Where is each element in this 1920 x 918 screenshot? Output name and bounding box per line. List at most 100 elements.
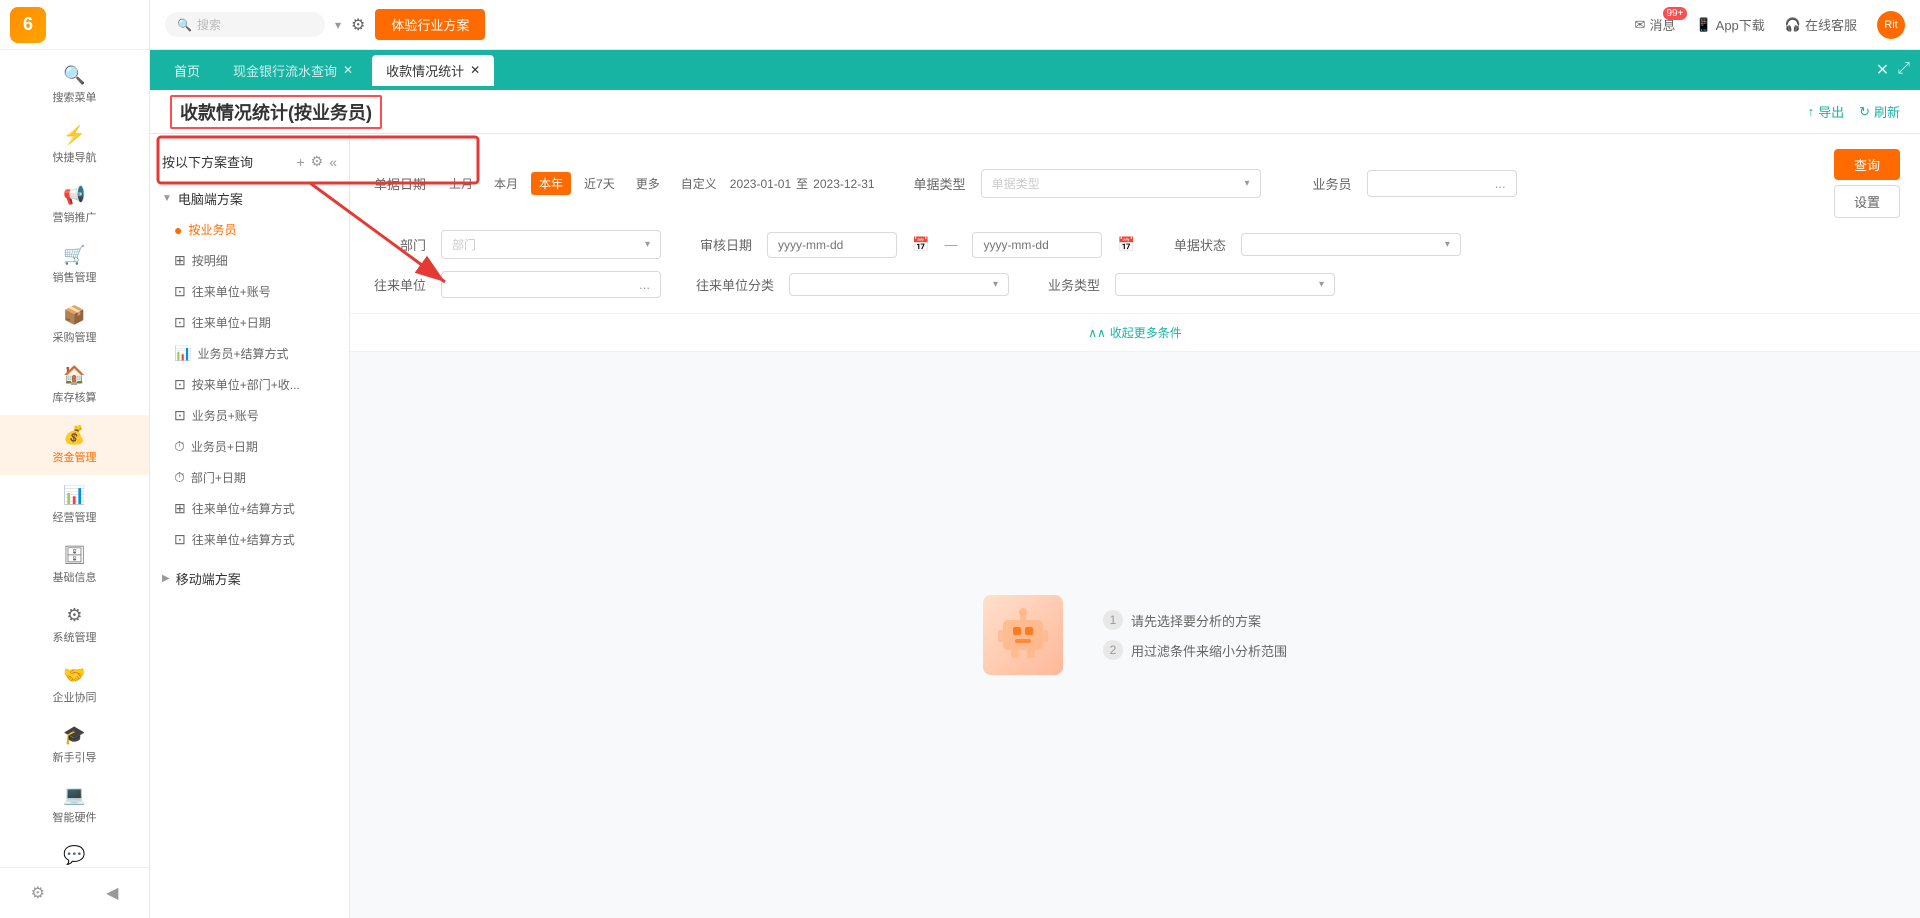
sidebar-item-hardware[interactable]: 💻 智能硬件 [0, 775, 149, 835]
sidebar-item-sales[interactable]: 🛒 销售管理 [0, 235, 149, 295]
sidebar-item-operation[interactable]: 📊 经营管理 [0, 475, 149, 535]
tip-num-2: 2 [1103, 640, 1123, 660]
refresh-icon: ↻ [1859, 104, 1870, 120]
date-btn-last-month[interactable]: 上月 [441, 172, 481, 195]
dept-date-icon: ⏱ [174, 469, 185, 486]
menu-item-by-salesman[interactable]: ● 按业务员 [150, 214, 349, 245]
menu-item-dept-date[interactable]: ⏱ 部门+日期 [150, 462, 349, 493]
tab-close-window-icon[interactable]: ✕ [1876, 60, 1889, 80]
doc-status-select[interactable]: ▾ [1241, 233, 1461, 256]
business-type-label: 业务类型 [1044, 275, 1100, 294]
partner-category-select[interactable]: ▾ [789, 273, 1009, 296]
filter-row-2: 部门 部门 ▾ 审核日期 📅 — 📅 单据状态 [370, 230, 1900, 259]
sidebar-item-search[interactable]: 🔍 搜索菜单 [0, 55, 149, 115]
sidebar-item-shortcut[interactable]: ⚡ 快捷导航 [0, 115, 149, 175]
query-button[interactable]: 查询 [1834, 149, 1900, 180]
filter-settings-button[interactable]: 设置 [1834, 185, 1900, 218]
tab-home[interactable]: 首页 [160, 55, 214, 86]
tabbar-right-icons: ✕ ⤢ [1876, 60, 1910, 80]
menu-item-salesman-account[interactable]: ⊡ 业务员+账号 [150, 400, 349, 431]
partner-account-icon: ⊡ [174, 283, 186, 300]
salesman-input[interactable]: ... [1367, 170, 1517, 197]
tab-bank-close[interactable]: ✕ [343, 63, 353, 77]
sidebar-item-basic[interactable]: 🗄 基础信息 [0, 535, 149, 595]
page-body: 按以下方案查询 + ⚙ « ▼ 电脑端方案 ● 按业务员 [150, 134, 1920, 918]
review-date-end-input[interactable] [972, 232, 1102, 258]
salesman-account-icon: ⊡ [174, 407, 186, 424]
by-detail-icon: ⊞ [174, 252, 186, 269]
system-icon: ⚙ [66, 605, 82, 626]
sidebar-item-enterprise[interactable]: 🤝 企业协同 [0, 655, 149, 715]
topbar-gear-icon[interactable]: ⚙ [351, 15, 365, 35]
date-label: 单据日期 [370, 174, 426, 193]
mobile-section-title[interactable]: ▶ 移动端方案 [150, 563, 349, 594]
menu-item-partner-dept[interactable]: ⊡ 按来单位+部门+收... [150, 369, 349, 400]
tip-num-1: 1 [1103, 610, 1123, 630]
sidebar-item-finance[interactable]: 💰 资金管理 [0, 415, 149, 475]
sidebar-settings-icon[interactable]: ⚙ [26, 878, 50, 908]
sidebar-collapse-icon[interactable]: ◀ [101, 878, 123, 908]
topbar-search[interactable]: 🔍 搜索 [165, 12, 325, 37]
panel-settings-icon[interactable]: ⚙ [311, 153, 324, 170]
date-btn-this-year[interactable]: 本年 [531, 172, 571, 195]
right-panel: 单据日期 上月 本月 本年 近7天 更多 自定义 2023-01-01 至 20… [350, 134, 1920, 918]
topbar-dropdown-icon[interactable]: ▾ [335, 18, 341, 32]
menu-item-partner-settle1[interactable]: ⊞ 往来单位+结算方式 [150, 493, 349, 524]
date-btn-more[interactable]: 更多 [628, 172, 668, 195]
review-date-start-calendar-icon[interactable]: 📅 [912, 236, 929, 253]
menu-item-partner-settle2[interactable]: ⊡ 往来单位+结算方式 [150, 524, 349, 555]
collapse-icon: ∧∧ [1088, 326, 1106, 340]
date-btn-this-month[interactable]: 本月 [486, 172, 526, 195]
dept-select[interactable]: 部门 ▾ [441, 230, 661, 259]
collapse-more-btn[interactable]: ∧∧ 收起更多条件 [350, 314, 1920, 352]
partner-input[interactable]: ... [441, 271, 661, 298]
review-date-start-input[interactable] [767, 232, 897, 258]
partner-label: 往来单位 [370, 275, 426, 294]
export-button[interactable]: ↑ 导出 [1808, 102, 1845, 121]
user-avatar[interactable]: Rit [1877, 11, 1905, 39]
app-download-icon: 📱 [1695, 17, 1711, 33]
partner-category-label: 往来单位分类 [696, 275, 774, 294]
message-item[interactable]: ✉ 消息 99+ [1635, 15, 1676, 34]
sidebar-item-marketing[interactable]: 📢 营销推广 [0, 175, 149, 235]
menu-item-partner-date[interactable]: ⊡ 往来单位+日期 [150, 307, 349, 338]
menu-item-by-detail[interactable]: ⊞ 按明细 [150, 245, 349, 276]
business-type-select[interactable]: ▾ [1115, 273, 1335, 296]
dept-select-arrow: ▾ [645, 239, 650, 250]
tab-maximize-icon[interactable]: ⤢ [1897, 60, 1910, 80]
partner-category-select-arrow: ▾ [993, 279, 998, 290]
desktop-section-title[interactable]: ▼ 电脑端方案 [150, 183, 349, 214]
sidebar-item-wechat[interactable]: 💬 企业微信 [0, 835, 149, 867]
wechat-icon: 💬 [63, 845, 85, 866]
sidebar-item-inventory[interactable]: 🏠 库存核算 [0, 355, 149, 415]
menu-item-salesman-date[interactable]: ⏱ 业务员+日期 [150, 431, 349, 462]
sidebar-item-purchase[interactable]: 📦 采购管理 [0, 295, 149, 355]
sidebar-item-system[interactable]: ⚙ 系统管理 [0, 595, 149, 655]
partner-dots[interactable]: ... [639, 277, 650, 292]
sidebar-item-guide[interactable]: 🎓 新手引导 [0, 715, 149, 775]
refresh-button[interactable]: ↻ 刷新 [1859, 102, 1900, 121]
operation-icon: 📊 [63, 485, 85, 506]
doc-type-select[interactable]: 单据类型 ▾ [981, 169, 1261, 198]
review-date-label: 审核日期 [696, 235, 752, 254]
export-icon: ↑ [1808, 104, 1815, 119]
tab-collection-close[interactable]: ✕ [470, 63, 480, 77]
salesman-dots[interactable]: ... [1495, 176, 1506, 191]
menu-item-salesman-settle[interactable]: 📊 业务员+结算方式 [150, 338, 349, 369]
salesman-date-icon: ⏱ [174, 438, 185, 455]
date-range-start: 2023-01-01 [730, 177, 791, 191]
panel-add-icon[interactable]: + [296, 154, 304, 170]
review-date-end-calendar-icon[interactable]: 📅 [1117, 236, 1134, 253]
online-service-item[interactable]: 🎧 在线客服 [1785, 15, 1857, 34]
date-btn-custom[interactable]: 自定义 [673, 172, 725, 195]
tab-bank[interactable]: 现金银行流水查询 ✕ [219, 55, 367, 86]
guide-icon: 🎓 [63, 725, 85, 746]
trial-btn[interactable]: 体验行业方案 [375, 9, 485, 40]
tabbar: 首页 现金银行流水查询 ✕ 收款情况统计 ✕ ✕ ⤢ [150, 50, 1920, 90]
date-btn-last-7days[interactable]: 近7天 [576, 172, 623, 195]
tab-collection[interactable]: 收款情况统计 ✕ [372, 55, 494, 86]
marketing-icon: 📢 [63, 185, 85, 206]
app-download-item[interactable]: 📱 App下载 [1695, 15, 1764, 34]
panel-collapse-icon[interactable]: « [329, 154, 337, 170]
menu-item-partner-account[interactable]: ⊡ 往来单位+账号 [150, 276, 349, 307]
